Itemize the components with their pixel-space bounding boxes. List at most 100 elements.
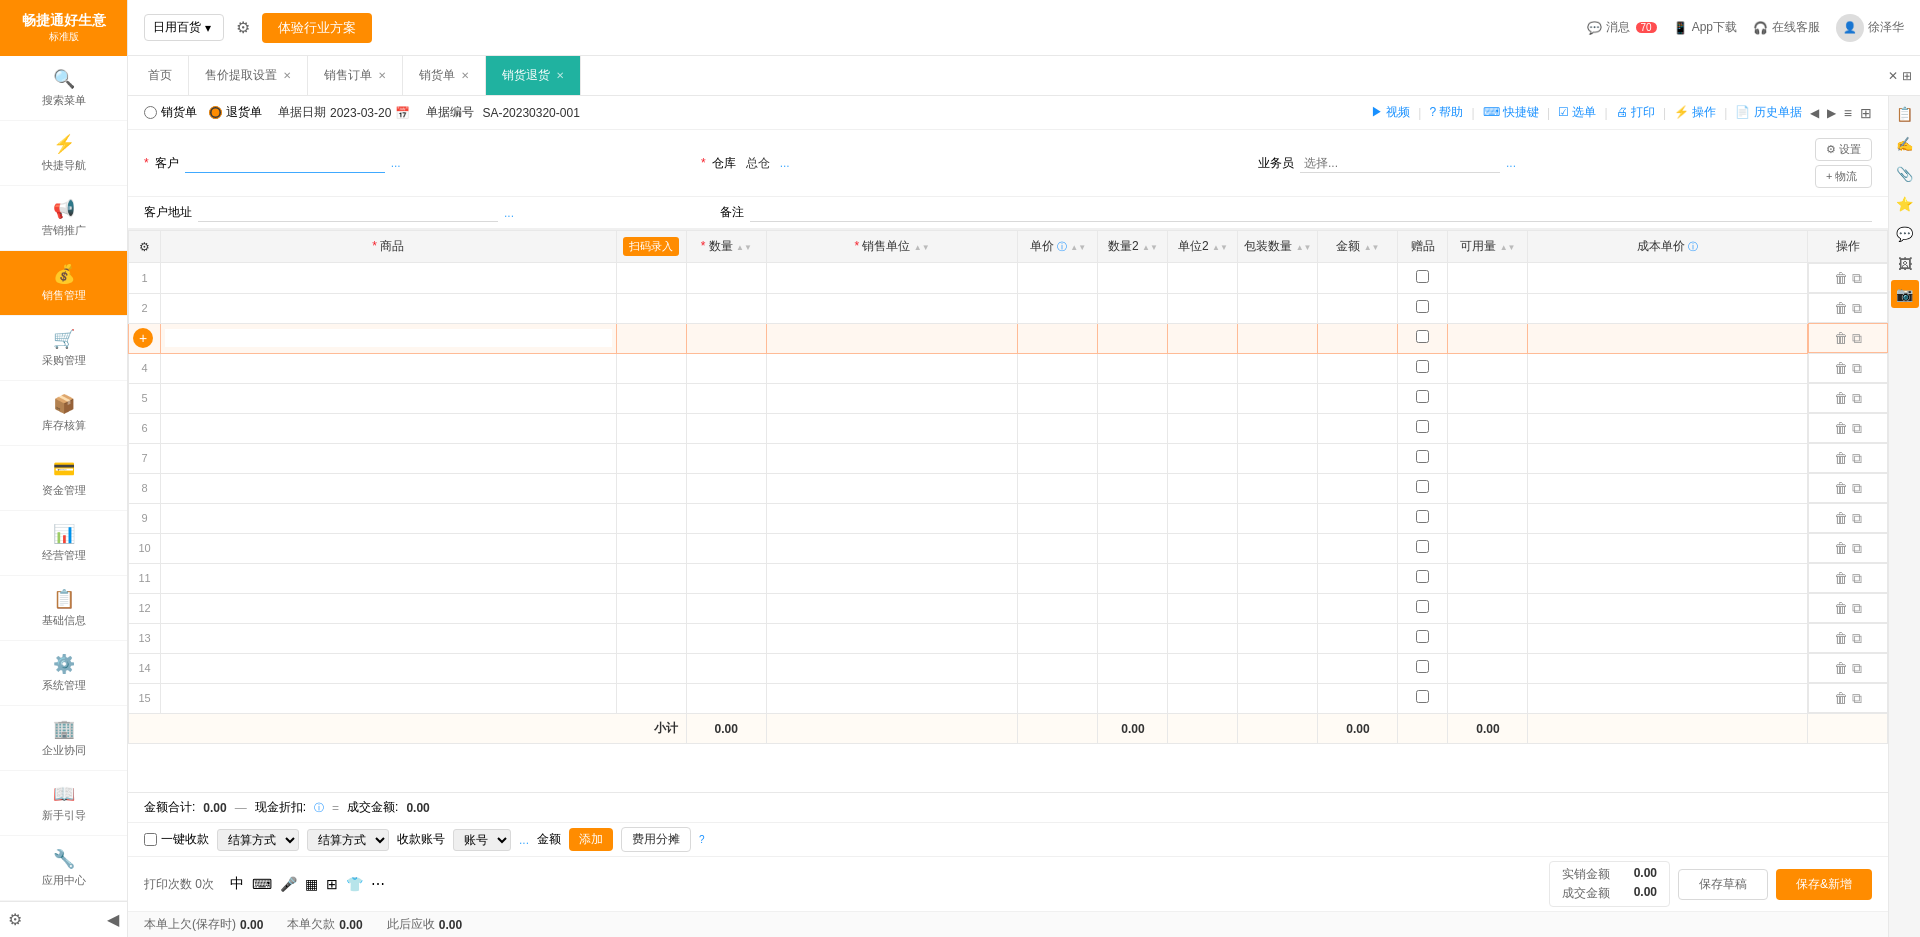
package-qty-cell[interactable] — [1238, 683, 1318, 714]
th-settings[interactable]: ⚙ — [129, 231, 161, 263]
customer-input[interactable] — [185, 154, 385, 173]
gift-checkbox[interactable] — [1416, 570, 1429, 583]
cost-price-cell[interactable] — [1528, 683, 1808, 714]
available-cell[interactable] — [1448, 473, 1528, 503]
online-service-item[interactable]: 🎧 在线客服 — [1753, 19, 1820, 36]
package-qty-cell[interactable] — [1238, 653, 1318, 683]
cost-price-cell[interactable] — [1528, 263, 1808, 294]
copy-row-icon[interactable]: ⧉ — [1852, 420, 1862, 437]
shirt-icon[interactable]: 👕 — [346, 876, 363, 892]
gift-cell[interactable] — [1398, 533, 1448, 563]
qty-cell[interactable] — [686, 563, 766, 593]
sidebar-item-appstore[interactable]: 🔧 应用中心 — [0, 836, 127, 901]
cost-price-cell[interactable] — [1528, 563, 1808, 593]
shortcut-btn[interactable]: ⌨ 快捷键 — [1483, 104, 1539, 121]
qty2-cell[interactable] — [1098, 323, 1168, 353]
cost-price-cell[interactable] — [1528, 323, 1808, 353]
sidebar-item-finance[interactable]: 💳 资金管理 — [0, 446, 127, 511]
available-cell[interactable] — [1448, 653, 1528, 683]
sidebar-logo[interactable]: 畅捷通好生意 标准版 — [0, 0, 127, 56]
cost-price-cell[interactable] — [1528, 443, 1808, 473]
sidebar-item-guide[interactable]: 📖 新手引导 — [0, 771, 127, 836]
unit2-cell[interactable] — [1168, 473, 1238, 503]
unit-cell[interactable] — [766, 593, 1018, 623]
package-qty-cell[interactable] — [1238, 323, 1318, 353]
copy-row-icon[interactable]: ⧉ — [1852, 360, 1862, 377]
package-qty-cell[interactable] — [1238, 623, 1318, 653]
address-dots-btn[interactable]: ... — [504, 206, 514, 220]
unit-cell[interactable] — [766, 263, 1018, 294]
unit2-cell[interactable] — [1168, 353, 1238, 383]
available-cell[interactable] — [1448, 623, 1528, 653]
package-qty-cell[interactable] — [1238, 593, 1318, 623]
package-qty-cell[interactable] — [1238, 263, 1318, 294]
copy-row-icon[interactable]: ⧉ — [1852, 630, 1862, 647]
price-cell[interactable] — [1018, 653, 1098, 683]
gift-cell[interactable] — [1398, 623, 1448, 653]
unit2-cell[interactable] — [1168, 413, 1238, 443]
collapse-icon[interactable]: ◀ — [107, 910, 119, 929]
price-cell[interactable] — [1018, 383, 1098, 413]
topbar-gear-icon[interactable]: ⚙ — [236, 18, 250, 37]
qr-icon[interactable]: ⊞ — [326, 876, 338, 892]
available-cell[interactable] — [1448, 383, 1528, 413]
unit2-cell[interactable] — [1168, 443, 1238, 473]
sidebar-item-sales[interactable]: 💰 销售管理 — [0, 251, 127, 316]
logistics-side-btn[interactable]: + 物流 — [1815, 165, 1872, 188]
customer-dots-btn[interactable]: ... — [391, 156, 401, 170]
rp-camera-icon[interactable]: 📷 — [1891, 280, 1919, 308]
qty-cell[interactable] — [686, 473, 766, 503]
select-btn[interactable]: ☑ 选单 — [1558, 104, 1596, 121]
delete-row-icon[interactable]: 🗑 — [1834, 630, 1848, 646]
available-sort-icon[interactable]: ▲▼ — [1500, 244, 1516, 252]
gift-cell[interactable] — [1398, 653, 1448, 683]
sidebar-item-operation[interactable]: 📊 经营管理 — [0, 511, 127, 576]
more-icon[interactable]: ⋯ — [371, 876, 385, 892]
unit-cell[interactable] — [766, 473, 1018, 503]
package-qty-cell[interactable] — [1238, 383, 1318, 413]
tab-expand-icon[interactable]: ⊞ — [1902, 69, 1912, 83]
price-info-icon[interactable]: ⓘ — [1057, 241, 1067, 252]
rp-star-icon[interactable]: ⭐ — [1891, 190, 1919, 218]
unit2-cell[interactable] — [1168, 383, 1238, 413]
save-new-button[interactable]: 保存&新增 — [1776, 869, 1872, 900]
delete-row-icon[interactable]: 🗑 — [1834, 300, 1848, 316]
view-list-icon[interactable]: ≡ — [1844, 105, 1852, 121]
address-input[interactable] — [198, 203, 498, 222]
unit2-cell[interactable] — [1168, 263, 1238, 294]
rp-image-icon[interactable]: 🖼 — [1891, 250, 1919, 278]
sidebar-item-shortcut[interactable]: ⚡ 快捷导航 — [0, 121, 127, 186]
tab-price-settings-close[interactable]: ✕ — [283, 70, 291, 81]
remark-input[interactable] — [750, 203, 1872, 222]
unit-cell[interactable] — [766, 383, 1018, 413]
package-qty-cell[interactable] — [1238, 563, 1318, 593]
goods-input[interactable] — [165, 329, 612, 347]
gift-checkbox[interactable] — [1416, 420, 1429, 433]
qty-cell[interactable] — [686, 653, 766, 683]
copy-row-icon[interactable]: ⧉ — [1852, 450, 1862, 467]
tab-sales-order[interactable]: 销售订单 ✕ — [308, 56, 403, 95]
qty-cell[interactable] — [686, 443, 766, 473]
price-cell[interactable] — [1018, 533, 1098, 563]
qty2-cell[interactable] — [1098, 593, 1168, 623]
qty-cell[interactable] — [686, 683, 766, 714]
settings-icon[interactable]: ⚙ — [8, 910, 22, 929]
mic-icon[interactable]: 🎤 — [280, 876, 297, 892]
amount-cell[interactable] — [1318, 323, 1398, 353]
qty2-cell[interactable] — [1098, 383, 1168, 413]
fee-info-icon[interactable]: ? — [699, 834, 705, 845]
qty-cell[interactable] — [686, 383, 766, 413]
delete-row-icon[interactable]: 🗑 — [1834, 420, 1848, 436]
gift-cell[interactable] — [1398, 593, 1448, 623]
gift-checkbox[interactable] — [1416, 300, 1429, 313]
copy-row-icon[interactable]: ⧉ — [1852, 270, 1862, 287]
radio-sales[interactable] — [144, 106, 157, 119]
tab-price-settings[interactable]: 售价提取设置 ✕ — [189, 56, 308, 95]
delete-row-icon[interactable]: 🗑 — [1834, 450, 1848, 466]
amount-cell[interactable] — [1318, 263, 1398, 294]
gift-cell[interactable] — [1398, 473, 1448, 503]
amount-cell[interactable] — [1318, 473, 1398, 503]
cost-price-cell[interactable] — [1528, 473, 1808, 503]
qty-cell[interactable] — [686, 353, 766, 383]
available-cell[interactable] — [1448, 443, 1528, 473]
